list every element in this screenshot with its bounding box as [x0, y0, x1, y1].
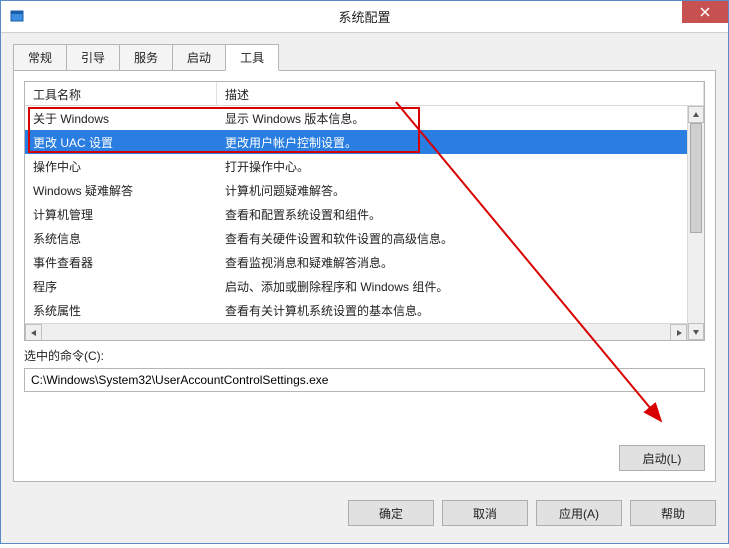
- list-item-desc: 打开操作中心。: [225, 158, 704, 175]
- cancel-button[interactable]: 取消: [442, 500, 528, 526]
- list-item[interactable]: 关于 Windows显示 Windows 版本信息。: [25, 106, 704, 130]
- list-item-name: 操作中心: [33, 158, 225, 175]
- list-item-desc: 查看和配置系统设置和组件。: [225, 206, 704, 223]
- list-item[interactable]: Windows 疑难解答计算机问题疑难解答。: [25, 178, 704, 202]
- list-item[interactable]: 更改 UAC 设置更改用户帐户控制设置。: [25, 130, 704, 154]
- tab-startup[interactable]: 启动: [172, 44, 226, 71]
- list-item-name: 关于 Windows: [33, 110, 225, 127]
- list-item[interactable]: 操作中心打开操作中心。: [25, 154, 704, 178]
- list-item-desc: 查看有关计算机系统设置的基本信息。: [225, 302, 704, 319]
- col-description[interactable]: 描述: [217, 82, 704, 105]
- scroll-left-icon[interactable]: [25, 324, 42, 341]
- app-icon: [9, 9, 25, 25]
- list-item[interactable]: 系统属性查看有关计算机系统设置的基本信息。: [25, 298, 704, 322]
- selected-command-label: 选中的命令(C):: [24, 347, 705, 364]
- vscroll-track[interactable]: [688, 123, 704, 323]
- vertical-scrollbar[interactable]: [687, 106, 704, 340]
- tab-services[interactable]: 服务: [119, 44, 173, 71]
- list-item-desc: 计算机问题疑难解答。: [225, 182, 704, 199]
- list-item-desc: 启动、添加或删除程序和 Windows 组件。: [225, 278, 704, 295]
- scroll-down-icon[interactable]: [688, 323, 704, 340]
- list-item-name: 更改 UAC 设置: [33, 134, 225, 151]
- list-item[interactable]: 事件查看器查看监视消息和疑难解答消息。: [25, 250, 704, 274]
- horizontal-scrollbar[interactable]: [25, 323, 687, 340]
- list-item-name: 系统信息: [33, 230, 225, 247]
- list-item-name: 系统属性: [33, 302, 225, 319]
- list-item-name: 事件查看器: [33, 254, 225, 271]
- launch-button[interactable]: 启动(L): [619, 445, 705, 471]
- list-item[interactable]: 计算机管理查看和配置系统设置和组件。: [25, 202, 704, 226]
- list-item[interactable]: 系统信息查看有关硬件设置和软件设置的高级信息。: [25, 226, 704, 250]
- tab-panel-tools: 工具名称 描述 关于 Windows显示 Windows 版本信息。更改 UAC…: [13, 70, 716, 482]
- list-item-name: Windows 疑难解答: [33, 182, 225, 199]
- list-item-name: 计算机管理: [33, 206, 225, 223]
- list-item-desc: 查看有关硬件设置和软件设置的高级信息。: [225, 230, 704, 247]
- scroll-up-icon[interactable]: [688, 106, 704, 123]
- dialog-button-row: 确定 取消 应用(A) 帮助: [1, 492, 728, 526]
- tab-boot[interactable]: 引导: [66, 44, 120, 71]
- vscroll-thumb[interactable]: [690, 123, 702, 233]
- list-item-name: 程序: [33, 278, 225, 295]
- list-item[interactable]: 程序启动、添加或删除程序和 Windows 组件。: [25, 274, 704, 298]
- selected-command-input[interactable]: [24, 368, 705, 392]
- system-config-window: 系统配置 常规 引导 服务 启动 工具 工具名称 描述 关于 Windows显示…: [0, 0, 729, 544]
- tools-list[interactable]: 工具名称 描述 关于 Windows显示 Windows 版本信息。更改 UAC…: [24, 81, 705, 341]
- list-item-desc: 显示 Windows 版本信息。: [225, 110, 704, 127]
- list-body: 关于 Windows显示 Windows 版本信息。更改 UAC 设置更改用户帐…: [25, 106, 704, 322]
- ok-button[interactable]: 确定: [348, 500, 434, 526]
- close-button[interactable]: [682, 1, 728, 23]
- apply-button[interactable]: 应用(A): [536, 500, 622, 526]
- list-header: 工具名称 描述: [25, 82, 704, 106]
- list-item-desc: 更改用户帐户控制设置。: [225, 134, 704, 151]
- tab-strip: 常规 引导 服务 启动 工具: [1, 33, 728, 70]
- tab-general[interactable]: 常规: [13, 44, 67, 71]
- scroll-right-icon[interactable]: [670, 324, 687, 341]
- titlebar: 系统配置: [1, 1, 728, 33]
- help-button[interactable]: 帮助: [630, 500, 716, 526]
- tab-tools[interactable]: 工具: [225, 44, 279, 71]
- list-item-desc: 查看监视消息和疑难解答消息。: [225, 254, 704, 271]
- col-tool-name[interactable]: 工具名称: [25, 82, 217, 105]
- hscroll-track[interactable]: [42, 324, 670, 340]
- window-title: 系统配置: [1, 7, 728, 26]
